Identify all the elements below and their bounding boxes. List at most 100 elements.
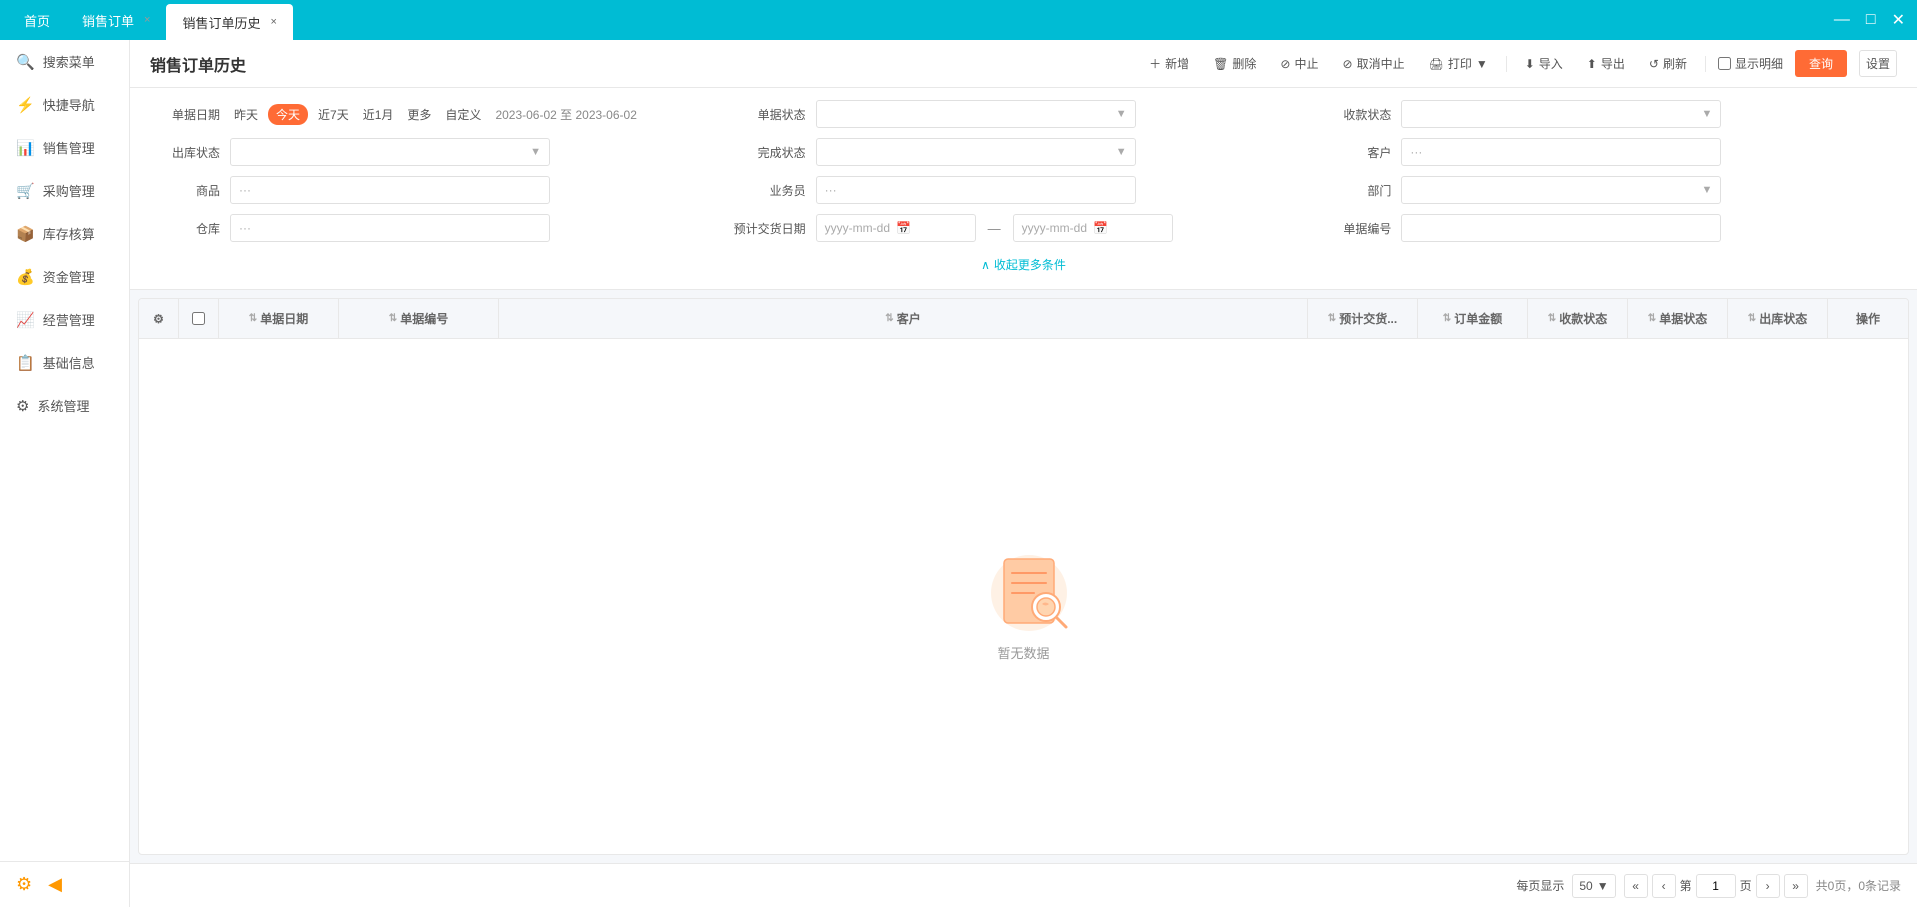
sort-bill-status-icon: ⇅: [1648, 313, 1656, 324]
bill-number-input[interactable]: [1401, 214, 1721, 242]
sidebar-item-finance[interactable]: 💰 资金管理: [0, 255, 129, 298]
bill-status-select[interactable]: ▼: [816, 100, 1136, 128]
tab-sales-order[interactable]: 销售订单 ×: [66, 0, 166, 40]
window-controls: — □ ✕: [1830, 6, 1909, 34]
salesperson-input[interactable]: ···: [816, 176, 1136, 204]
sidebar-item-search[interactable]: 🔍 搜索菜单: [0, 40, 129, 83]
stop-button[interactable]: ⊘ 中止: [1274, 51, 1324, 76]
page-prev-button[interactable]: ‹: [1652, 874, 1676, 898]
query-button[interactable]: 查询: [1795, 50, 1847, 77]
cancel-stop-button[interactable]: ⊘ 取消中止: [1337, 51, 1411, 76]
th-checkbox[interactable]: [179, 299, 219, 338]
page-size-select[interactable]: 50 ▼: [1572, 874, 1615, 898]
payment-status-select[interactable]: ▼: [1401, 100, 1721, 128]
tab-sales-order-history[interactable]: 销售订单历史 ×: [166, 4, 292, 40]
th-number[interactable]: ⇅ 单据编号: [339, 299, 499, 338]
complete-status-select[interactable]: ▼: [816, 138, 1136, 166]
date-custom[interactable]: 自定义: [441, 104, 485, 125]
date-7days[interactable]: 近7天: [314, 104, 353, 125]
select-all-checkbox[interactable]: [192, 312, 205, 325]
calendar-end-icon[interactable]: 📅: [1093, 221, 1108, 235]
sidebar-item-inventory[interactable]: 📦 库存核算: [0, 212, 129, 255]
window-maximize-icon[interactable]: □: [1862, 7, 1880, 33]
add-button[interactable]: ＋ 新增: [1143, 51, 1195, 76]
display-detail-input[interactable]: [1718, 57, 1731, 70]
page-size-value: 50: [1579, 879, 1592, 893]
refresh-icon: ↺: [1649, 57, 1659, 71]
department-select[interactable]: ▼: [1401, 176, 1721, 204]
sidebar-item-shortcut-label: 快捷导航: [43, 95, 95, 114]
page-next-button[interactable]: ›: [1756, 874, 1780, 898]
sidebar-item-sales-label: 销售管理: [43, 138, 95, 157]
tab-home[interactable]: 首页: [8, 0, 66, 40]
th-customer-label: 客户: [897, 310, 921, 327]
sidebar: 🔍 搜索菜单 ⚡ 快捷导航 📊 销售管理 🛒 采购管理 📦 库存核算 💰 资金管…: [0, 40, 130, 907]
th-action: 操作: [1828, 299, 1908, 338]
tab-sales-order-history-close[interactable]: ×: [270, 16, 276, 28]
sidebar-bottom: ⚙ ◀: [0, 861, 129, 907]
display-detail-label: 显示明细: [1735, 55, 1783, 72]
page-first-button[interactable]: «: [1624, 874, 1648, 898]
import-button[interactable]: ⬇ 导入: [1519, 51, 1569, 76]
customer-input[interactable]: ···: [1401, 138, 1721, 166]
calendar-start-icon[interactable]: 📅: [896, 221, 911, 235]
sidebar-item-basic-info[interactable]: 📋 基础信息: [0, 341, 129, 384]
sidebar-item-basic-info-label: 基础信息: [43, 353, 95, 372]
date-today[interactable]: 今天: [268, 104, 308, 125]
window-minimize-icon[interactable]: —: [1830, 7, 1854, 33]
refresh-button[interactable]: ↺ 刷新: [1643, 51, 1693, 76]
tab-sales-order-close[interactable]: ×: [144, 14, 150, 26]
warehouse-input[interactable]: ···: [230, 214, 550, 242]
collapse-label: 收起更多条件: [994, 256, 1066, 273]
page-last-button[interactable]: »: [1784, 874, 1808, 898]
sidebar-item-sales[interactable]: 📊 销售管理: [0, 126, 129, 169]
display-detail-checkbox[interactable]: 显示明细: [1718, 55, 1783, 72]
sidebar-settings-icon[interactable]: ⚙: [16, 874, 32, 895]
collapse-button[interactable]: ∧ 收起更多条件: [150, 252, 1897, 277]
sidebar-item-operations[interactable]: 📈 经营管理: [0, 298, 129, 341]
th-bill-status[interactable]: ⇅ 单据状态: [1628, 299, 1728, 338]
sales-icon: 📊: [16, 139, 35, 157]
bill-status-control: ▼: [816, 100, 1312, 128]
stock-out-chevron: ▼: [530, 146, 541, 158]
th-delivery[interactable]: ⇅ 预计交货...: [1308, 299, 1418, 338]
page-number-input[interactable]: [1696, 874, 1736, 898]
department-control: ▼: [1401, 176, 1897, 204]
delete-button[interactable]: 🗑 删除: [1207, 51, 1262, 76]
stock-out-control: ▼: [230, 138, 726, 166]
th-payment-status[interactable]: ⇅ 收款状态: [1528, 299, 1628, 338]
print-button[interactable]: 🖨 打印 ▼: [1423, 51, 1494, 76]
content-area: 销售订单历史 ＋ 新增 🗑 删除 ⊘ 中止 ⊘ 取消中止: [130, 40, 1917, 907]
print-icon: 🖨: [1429, 57, 1444, 71]
warehouse-control: ···: [230, 214, 726, 242]
warehouse-dots: ···: [239, 221, 251, 235]
th-customer[interactable]: ⇅ 客户: [499, 299, 1308, 338]
date-yesterday[interactable]: 昨天: [230, 104, 262, 125]
sidebar-item-inventory-label: 库存核算: [43, 224, 95, 243]
th-amount[interactable]: ⇅ 订单金额: [1418, 299, 1528, 338]
delivery-date-label: 预计交货日期: [726, 220, 816, 237]
system-icon: ⚙: [16, 397, 29, 415]
window-close-icon[interactable]: ✕: [1888, 6, 1909, 34]
delete-label: 删除: [1232, 55, 1256, 72]
date-more[interactable]: 更多: [403, 104, 435, 125]
delivery-date-end[interactable]: yyyy-mm-dd 📅: [1013, 214, 1173, 242]
collapse-up-icon: ∧: [981, 258, 990, 272]
stop-icon: ⊘: [1280, 57, 1290, 71]
bill-number-control: [1401, 214, 1897, 242]
export-button[interactable]: ⬆ 导出: [1581, 51, 1631, 76]
sidebar-item-shortcut[interactable]: ⚡ 快捷导航: [0, 83, 129, 126]
settings-button[interactable]: 设置: [1859, 50, 1897, 77]
sidebar-item-system[interactable]: ⚙ 系统管理: [0, 384, 129, 427]
th-date[interactable]: ⇅ 单据日期: [219, 299, 339, 338]
top-bar: 首页 销售订单 × 销售订单历史 × — □ ✕: [0, 0, 1917, 40]
warehouse-label: 仓库: [150, 220, 230, 237]
date-1month[interactable]: 近1月: [359, 104, 398, 125]
delivery-date-start[interactable]: yyyy-mm-dd 📅: [816, 214, 976, 242]
goods-input[interactable]: ···: [230, 176, 550, 204]
th-stock-status[interactable]: ⇅ 出库状态: [1728, 299, 1828, 338]
sidebar-item-purchase[interactable]: 🛒 采购管理: [0, 169, 129, 212]
th-settings[interactable]: ⚙: [139, 299, 179, 338]
sidebar-collapse-icon[interactable]: ◀: [48, 874, 62, 895]
stock-out-select[interactable]: ▼: [230, 138, 550, 166]
